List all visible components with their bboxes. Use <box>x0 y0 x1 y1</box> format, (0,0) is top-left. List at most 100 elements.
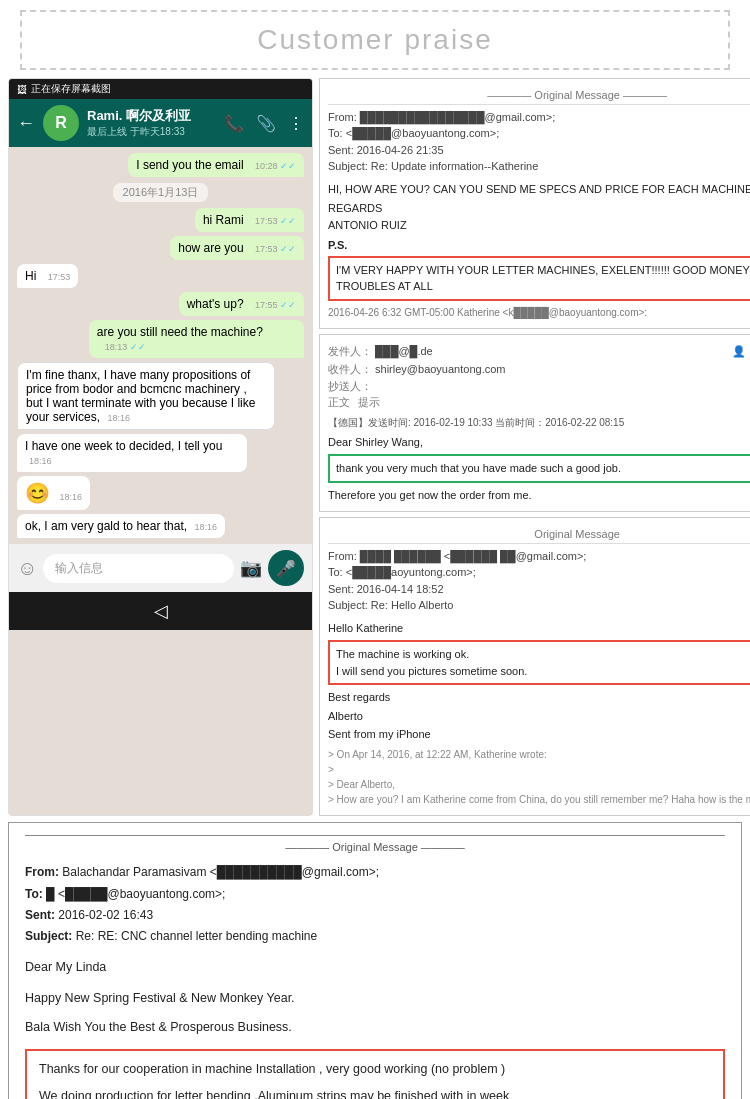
wa-actions: 📞 📎 ⋮ <box>224 114 304 133</box>
list-item: I send you the email 10:28 ✓✓ <box>128 153 304 177</box>
email2-body: Therefore you get now the order from me. <box>328 487 750 504</box>
page-title: Customer praise <box>22 24 728 56</box>
menu-icon[interactable]: ⋮ <box>288 114 304 133</box>
chat-body: I send you the email 10:28 ✓✓ 2016年1月13日… <box>9 147 312 544</box>
email2-mr: 👤 Mr. Klaus meier <box>732 343 750 360</box>
emoji-icon[interactable]: ☺ <box>17 557 37 580</box>
bottom-from-label: From: <box>25 865 59 879</box>
email1-divider: ———— Original Message ———— <box>328 87 750 105</box>
email3-name: Alberto <box>328 708 750 725</box>
email1-body1: HI, HOW ARE YOU? CAN YOU SEND ME SPECS A… <box>328 181 750 198</box>
email2-type-label: 正文 <box>328 394 350 411</box>
email3-highlight: The machine is working ok. I will send y… <box>328 640 750 685</box>
email2-from-row: 发件人： ███@█.de <box>328 343 433 360</box>
list-item: I'm fine thanx, I have many propositions… <box>17 362 275 430</box>
list-item: ok, I am very gald to hear that, 18:16 <box>17 514 225 538</box>
email2-from-label: 发件人： <box>328 345 372 357</box>
list-item: are you still need the machine? 18:13 ✓✓ <box>89 320 304 358</box>
email2-highlight: thank you very much that you have made s… <box>328 454 750 483</box>
email3-sent: Sent: 2016-04-14 18:52 <box>328 581 750 598</box>
email-panels: ———— Original Message ———— From: ███████… <box>319 78 750 816</box>
bottom-para1: Happy New Spring Festival & New Monkey Y… <box>25 988 725 1009</box>
message-input[interactable]: 输入信息 <box>43 554 234 583</box>
contact-status: 最后上线 于昨天18:33 <box>87 125 216 139</box>
list-item: hi Rami 17:53 ✓✓ <box>195 208 304 232</box>
contact-name: Rami. 啊尔及利亚 <box>87 107 216 125</box>
bottom-from-val: Balachandar Paramasivam <██████████@gmai… <box>62 865 379 879</box>
email1-to: To: <█████@baoyuantong.com>; <box>328 125 750 142</box>
attachment-icon[interactable]: 📎 <box>256 114 276 133</box>
email-panel-2: 发件人： ███@█.de 👤 Mr. Klaus meier 收件人： shi… <box>319 334 750 513</box>
status-bar: 🖼 正在保存屏幕截图 <box>9 79 312 99</box>
list-item: I have one week to decided, I tell you 1… <box>17 434 247 472</box>
bottom-highlight1: Thanks for our cooperation in machine In… <box>39 1059 711 1080</box>
email2-type-row: 正文 提示 <box>328 394 750 411</box>
back-nav-icon[interactable]: ◁ <box>154 601 168 621</box>
header-section: Customer praise <box>20 10 730 70</box>
email-panel-3: Original Message From: ████ ██████ <████… <box>319 517 750 816</box>
avatar: R <box>43 105 79 141</box>
email1-highlight: I'M VERY HAPPY WITH YOUR LETTER MACHINES… <box>328 256 750 301</box>
top-section: 🖼 正在保存屏幕截图 ← R Rami. 啊尔及利亚 最后上线 于昨天18:33… <box>0 78 750 816</box>
email3-sent-from: Sent from my iPhone <box>328 726 750 743</box>
input-bar: ☺ 输入信息 📷 🎤 <box>9 544 312 592</box>
date-divider: 2016年1月13日 <box>113 183 209 202</box>
bottom-sent-val: 2016-02-02 16:43 <box>58 908 153 922</box>
nav-bar: ◁ <box>9 592 312 630</box>
email2-to-val: shirley@baoyuantong.com <box>375 363 505 375</box>
list-item: Hi 17:53 <box>17 264 78 288</box>
email2-to-label: 收件人： <box>328 363 372 375</box>
user-icon: 👤 <box>732 343 746 360</box>
bottom-subject-row: Subject: Re: RE: CNC channel letter bend… <box>25 926 725 946</box>
bottom-to-row: To: █ <█████@baoyuantong.com>; <box>25 884 725 904</box>
wa-header: ← R Rami. 啊尔及利亚 最后上线 于昨天18:33 📞 📎 ⋮ <box>9 99 312 147</box>
status-bar-text: 正在保存屏幕截图 <box>31 82 111 96</box>
phone-icon[interactable]: 📞 <box>224 114 244 133</box>
email1-sent: Sent: 2016-04-26 21:35 <box>328 142 750 159</box>
email3-greeting: Hello Katherine <box>328 620 750 637</box>
list-item: how are you 17:53 ✓✓ <box>170 236 304 260</box>
bottom-highlight-box: Thanks for our cooperation in machine In… <box>25 1049 725 1100</box>
email1-body3: ANTONIO RUIZ <box>328 217 750 234</box>
list-item: what's up? 17:55 ✓✓ <box>179 292 304 316</box>
email1-from: From: ████████████████@gmail.com>; <box>328 109 750 126</box>
email1-footer: 2016-04-26 6:32 GMT-05:00 Katherine <k██… <box>328 305 750 320</box>
mic-button[interactable]: 🎤 <box>268 550 304 586</box>
list-item: 😊 18:16 <box>17 476 90 510</box>
bottom-para2: Bala Wish You the Best & Prosperous Busi… <box>25 1017 725 1038</box>
email2-from-val: ███@█.de <box>375 345 433 357</box>
email3-quote1: > On Apr 14, 2016, at 12:22 AM, Katherin… <box>328 747 750 762</box>
bottom-subject-label: Subject: <box>25 929 72 943</box>
back-icon[interactable]: ← <box>17 113 35 134</box>
email3-divider: Original Message <box>328 526 750 544</box>
email2-to-row: 收件人： shirley@baoyuantong.com <box>328 361 750 378</box>
email2-sent: 【德国】发送时间: 2016-02-19 10:33 当前时间：2016-02-… <box>328 415 750 430</box>
bottom-from-row: From: Balachandar Paramasivam <█████████… <box>25 862 725 882</box>
whatsapp-panel: 🖼 正在保存屏幕截图 ← R Rami. 啊尔及利亚 最后上线 于昨天18:33… <box>8 78 313 816</box>
bottom-greeting: Dear My Linda <box>25 957 725 978</box>
email1-subject: Subject: Re: Update information--Katheri… <box>328 158 750 175</box>
email2-greeting: Dear Shirley Wang, <box>328 434 750 451</box>
bottom-sent-label: Sent: <box>25 908 55 922</box>
bottom-email-section: ———— Original Message ———— From: Balacha… <box>8 822 742 1100</box>
email1-ps: P.S. <box>328 237 750 254</box>
camera-icon[interactable]: 📷 <box>240 557 262 579</box>
email3-subject: Subject: Re: Hello Alberto <box>328 597 750 614</box>
email3-regards: Best regards <box>328 689 750 706</box>
bottom-to-label: To: <box>25 887 43 901</box>
email3-to: To: <█████aoyuntong.com>; <box>328 564 750 581</box>
contact-info: Rami. 啊尔及利亚 最后上线 于昨天18:33 <box>87 107 216 139</box>
email2-cc-row: 抄送人： <box>328 378 750 395</box>
email3-quote3: > Dear Alberto, <box>328 777 750 792</box>
email2-cc-label: 抄送人： <box>328 380 372 392</box>
email2-note-label: 提示 <box>358 394 380 411</box>
bottom-subject-val: Re: RE: CNC channel letter bending machi… <box>76 929 317 943</box>
email3-from: From: ████ ██████ <██████ ██@gmail.com>; <box>328 548 750 565</box>
email-panel-1: ———— Original Message ———— From: ███████… <box>319 78 750 329</box>
email1-body2: REGARDS <box>328 200 750 217</box>
email3-quote4: > How are you? I am Katherine come from … <box>328 792 750 807</box>
bottom-highlight2: We doing production for letter bending ,… <box>39 1086 711 1099</box>
bottom-divider: ———— Original Message ———— <box>25 835 725 857</box>
bottom-to-val: █ <█████@baoyuantong.com>; <box>46 887 225 901</box>
screenshot-icon: 🖼 <box>17 84 27 95</box>
